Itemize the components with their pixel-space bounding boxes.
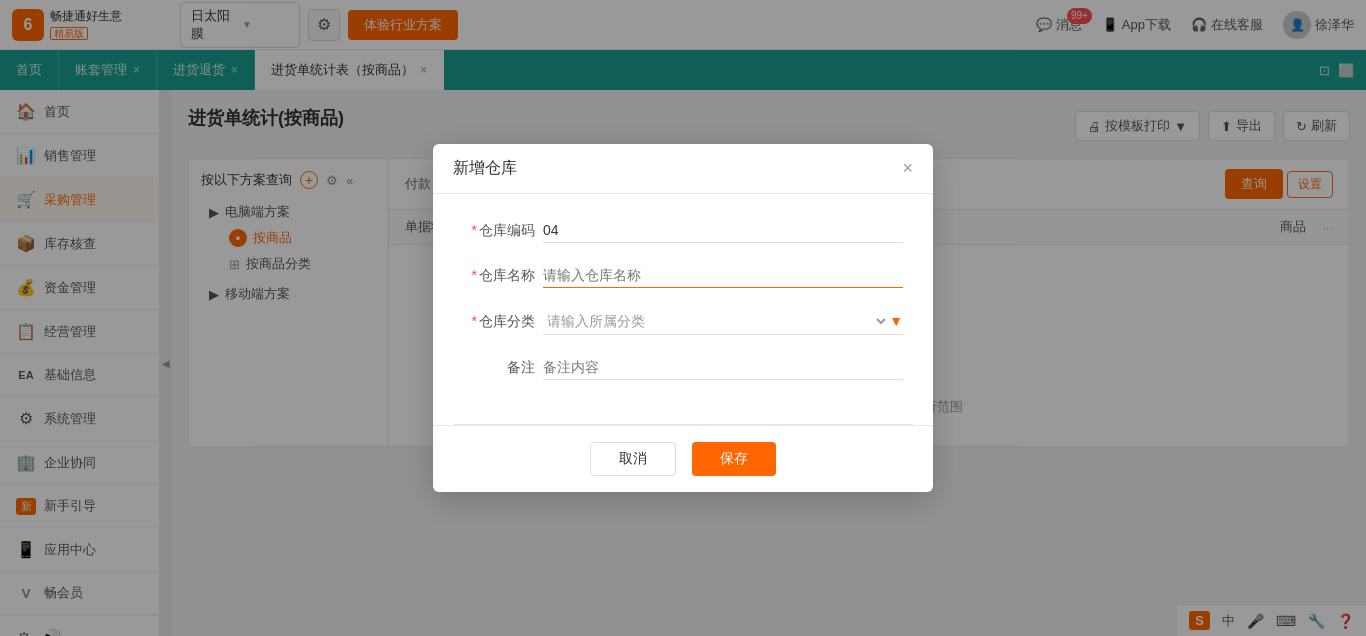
category-select-wrapper: 请输入所属分类 ▼: [543, 308, 903, 335]
cancel-button[interactable]: 取消: [590, 442, 676, 476]
dialog-close-button[interactable]: ×: [902, 158, 913, 179]
dialog-header: 新增仓库 ×: [433, 144, 933, 194]
form-row-note: 备注: [463, 355, 903, 380]
dialog-overlay: 新增仓库 × 仓库编码 仓库名称 仓库分类 请输入所属分类 ▼: [0, 0, 1366, 636]
category-label: 仓库分类: [463, 313, 543, 331]
warehouse-code-input[interactable]: [543, 218, 903, 243]
form-row-category: 仓库分类 请输入所属分类 ▼: [463, 308, 903, 335]
name-label: 仓库名称: [463, 267, 543, 285]
select-arrow-icon: ▼: [889, 313, 903, 329]
note-label: 备注: [463, 359, 543, 377]
dialog-footer: 取消 保存: [433, 425, 933, 492]
form-row-code: 仓库编码: [463, 218, 903, 243]
new-warehouse-dialog: 新增仓库 × 仓库编码 仓库名称 仓库分类 请输入所属分类 ▼: [433, 144, 933, 492]
form-row-name: 仓库名称: [463, 263, 903, 288]
dialog-title: 新增仓库: [453, 158, 517, 179]
warehouse-category-select[interactable]: 请输入所属分类: [543, 308, 889, 334]
save-button[interactable]: 保存: [692, 442, 776, 476]
warehouse-note-input[interactable]: [543, 355, 903, 380]
warehouse-name-input[interactable]: [543, 263, 903, 288]
dialog-body: 仓库编码 仓库名称 仓库分类 请输入所属分类 ▼ 备注: [433, 194, 933, 424]
code-label: 仓库编码: [463, 222, 543, 240]
